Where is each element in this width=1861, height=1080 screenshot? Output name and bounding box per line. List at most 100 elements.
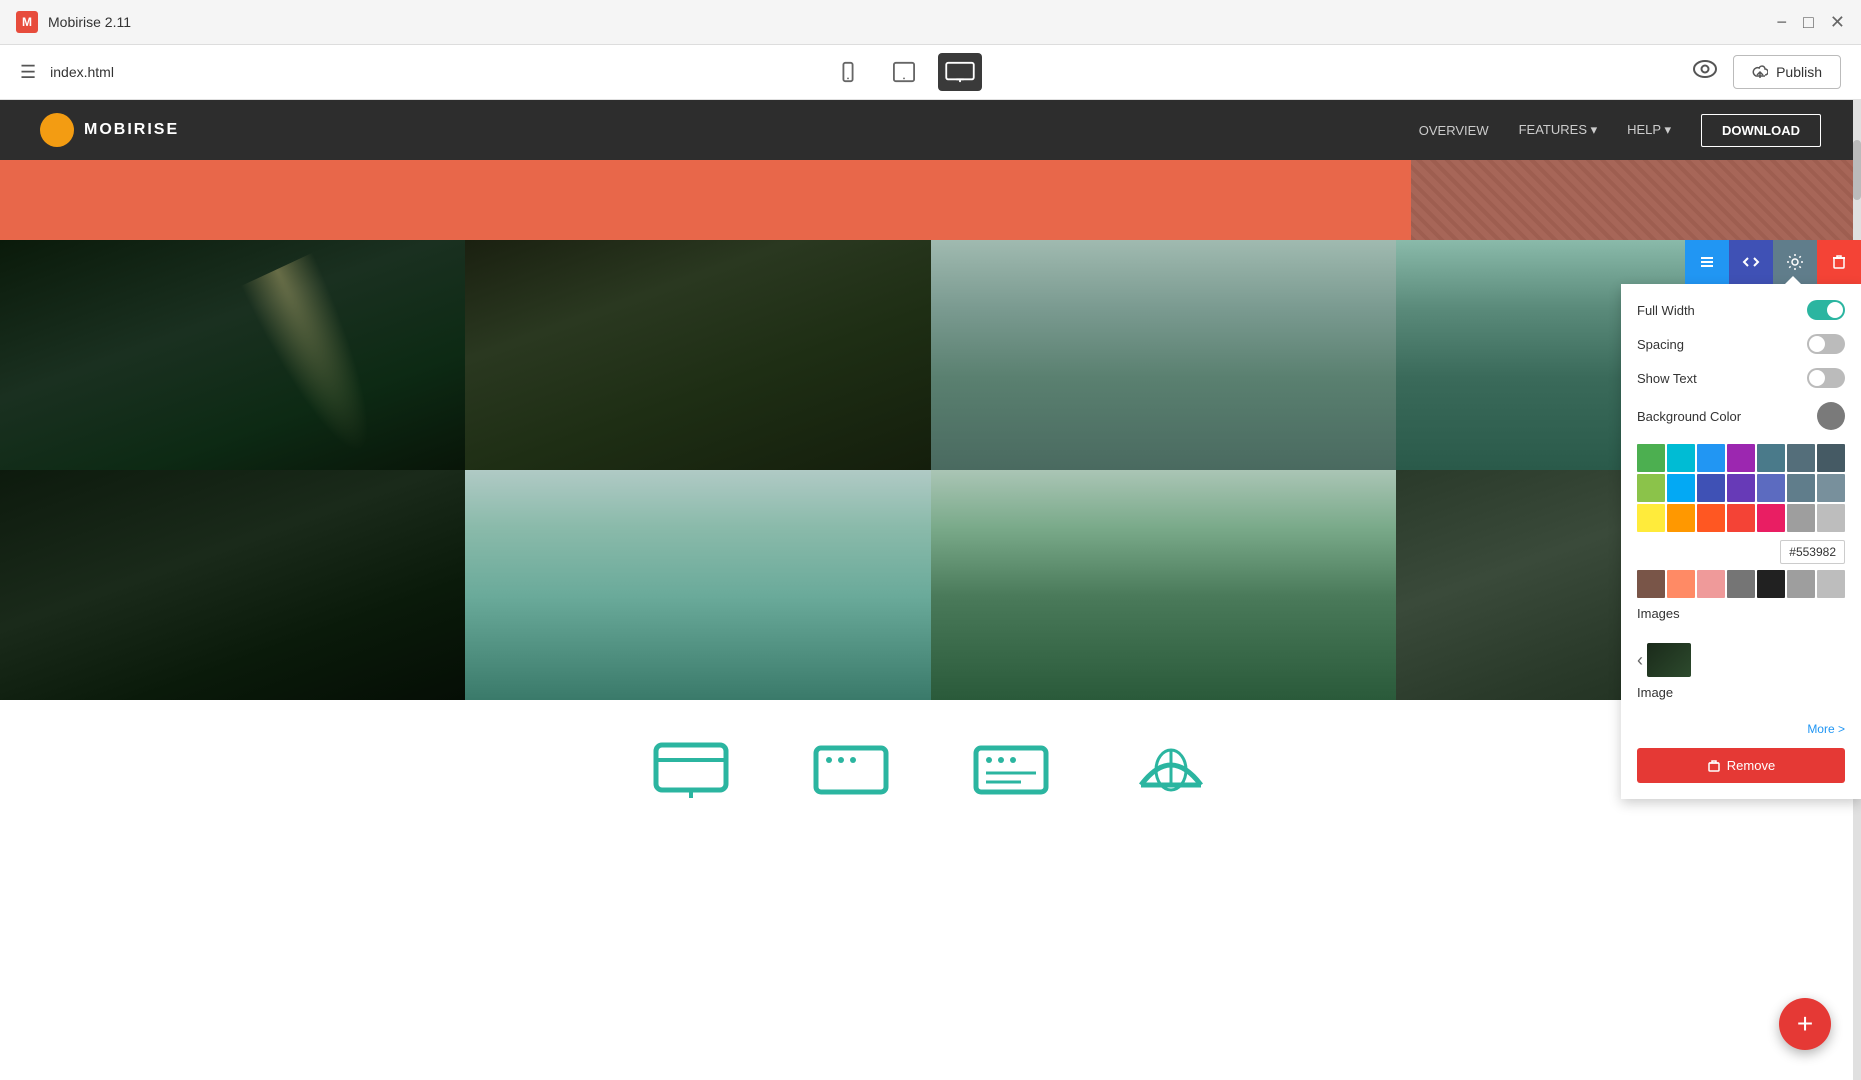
more-link[interactable]: More > (1637, 722, 1845, 736)
color-swatch-6[interactable] (1817, 444, 1845, 472)
site-navigation: OVERVIEW FEATURES ▾ HELP ▾ DOWNLOAD (1419, 114, 1821, 147)
bottom-strip (0, 700, 1861, 840)
sun-icon (46, 119, 68, 141)
code-button[interactable] (1729, 240, 1773, 284)
full-width-toggle-knob (1827, 302, 1843, 318)
delete-button[interactable] (1817, 240, 1861, 284)
site-logo-text: MOBIRISE (84, 121, 179, 139)
color-swatch-4[interactable] (1757, 444, 1785, 472)
remove-label: Remove (1727, 758, 1775, 773)
bg-color-swatch[interactable] (1817, 402, 1845, 430)
color-swatch-13[interactable] (1817, 474, 1845, 502)
preview-button[interactable] (1693, 60, 1717, 84)
extra-color-row (1637, 570, 1845, 598)
gallery-cell-2 (465, 240, 930, 470)
full-width-toggle[interactable] (1807, 300, 1845, 320)
nav-help: HELP ▾ (1627, 122, 1671, 138)
feature-icon-4 (1131, 740, 1211, 800)
color-swatch-1[interactable] (1667, 444, 1695, 472)
bg-color-row: Background Color (1637, 402, 1845, 430)
show-text-row: Show Text (1637, 368, 1845, 388)
color-swatch-15[interactable] (1667, 504, 1695, 532)
trash-icon-btn (1707, 759, 1721, 773)
gallery-section: Full Width Spacing Show Text (0, 240, 1861, 700)
minimize-button[interactable]: − (1777, 12, 1788, 33)
prev-image-button[interactable]: ‹ (1637, 650, 1643, 671)
color-swatch-lightorange[interactable] (1667, 570, 1695, 598)
mobile-view-button[interactable] (826, 53, 870, 91)
color-swatch-5[interactable] (1787, 444, 1815, 472)
logo-letter: M (22, 15, 32, 29)
color-swatch-14[interactable] (1637, 504, 1665, 532)
thumb-1[interactable] (1647, 643, 1691, 677)
color-swatch-lightgrey[interactable] (1817, 570, 1845, 598)
image-label: Image (1637, 685, 1673, 700)
eye-icon (1693, 60, 1717, 78)
color-swatch-grey[interactable] (1727, 570, 1755, 598)
toolbar-right: Publish (1693, 55, 1841, 89)
color-swatch-3[interactable] (1727, 444, 1755, 472)
maximize-button[interactable]: □ (1803, 12, 1814, 33)
publish-label: Publish (1776, 64, 1822, 80)
color-swatch-20[interactable] (1817, 504, 1845, 532)
hex-display[interactable]: #553982 (1780, 540, 1845, 564)
color-swatch-black[interactable] (1757, 570, 1785, 598)
close-button[interactable]: ✕ (1830, 12, 1845, 33)
cloud-upload-icon (1752, 65, 1768, 79)
publish-button[interactable]: Publish (1733, 55, 1841, 89)
file-name: index.html (50, 64, 114, 80)
color-swatch-10[interactable] (1727, 474, 1755, 502)
panel-arrow (1785, 276, 1801, 284)
spacing-row: Spacing (1637, 334, 1845, 354)
color-swatch-2[interactable] (1697, 444, 1725, 472)
dots-browser-icon (811, 740, 891, 800)
site-logo-icon (40, 113, 74, 147)
app-title: Mobirise 2.11 (48, 14, 131, 30)
color-swatch-9[interactable] (1697, 474, 1725, 502)
feature-icon-1 (651, 740, 731, 800)
color-swatch-8[interactable] (1667, 474, 1695, 502)
color-swatch-19[interactable] (1787, 504, 1815, 532)
image-thumbnails: ‹ (1637, 643, 1845, 677)
color-swatch-17[interactable] (1727, 504, 1755, 532)
section-toolbar (1685, 240, 1861, 284)
tablet-icon (891, 61, 917, 83)
site-preview: MOBIRISE OVERVIEW FEATURES ▾ HELP ▾ DOWN… (0, 100, 1861, 840)
hero-strip-image (1411, 160, 1861, 240)
code-icon (1742, 253, 1760, 271)
color-swatch-brown[interactable] (1637, 570, 1665, 598)
color-swatch-16[interactable] (1697, 504, 1725, 532)
full-width-label: Full Width (1637, 303, 1695, 318)
color-swatch-lightred[interactable] (1697, 570, 1725, 598)
gallery-cell-5 (0, 470, 465, 700)
show-text-toggle[interactable] (1807, 368, 1845, 388)
color-swatch-0[interactable] (1637, 444, 1665, 472)
remove-button[interactable]: Remove (1637, 748, 1845, 783)
spacing-toggle[interactable] (1807, 334, 1845, 354)
add-section-button[interactable]: + (1779, 998, 1831, 1050)
full-width-row: Full Width (1637, 300, 1845, 320)
reorder-button[interactable] (1685, 240, 1729, 284)
desktop-view-button[interactable] (938, 53, 982, 91)
site-logo: MOBIRISE (40, 113, 179, 147)
hamburger-button[interactable]: ☰ (20, 62, 36, 83)
color-swatch-12[interactable] (1787, 474, 1815, 502)
color-grid (1637, 444, 1845, 532)
title-bar: M Mobirise 2.11 − □ ✕ (0, 0, 1861, 45)
color-swatch-18[interactable] (1757, 504, 1785, 532)
feature-icon-3 (971, 740, 1051, 800)
download-button[interactable]: DOWNLOAD (1701, 114, 1821, 147)
spacing-toggle-knob (1809, 336, 1825, 352)
feature-dots-icon (971, 740, 1051, 800)
reorder-icon (1698, 253, 1716, 271)
color-swatch-7[interactable] (1637, 474, 1665, 502)
color-swatch-11[interactable] (1757, 474, 1785, 502)
show-text-toggle-knob (1809, 370, 1825, 386)
tablet-view-button[interactable] (882, 53, 926, 91)
images-row: Images (1637, 606, 1845, 629)
color-swatch-medgrey[interactable] (1787, 570, 1815, 598)
gallery-cell-3 (931, 240, 1396, 470)
spacing-label: Spacing (1637, 337, 1684, 352)
settings-panel: Full Width Spacing Show Text (1621, 284, 1861, 799)
scrollbar-thumb[interactable] (1853, 140, 1861, 200)
